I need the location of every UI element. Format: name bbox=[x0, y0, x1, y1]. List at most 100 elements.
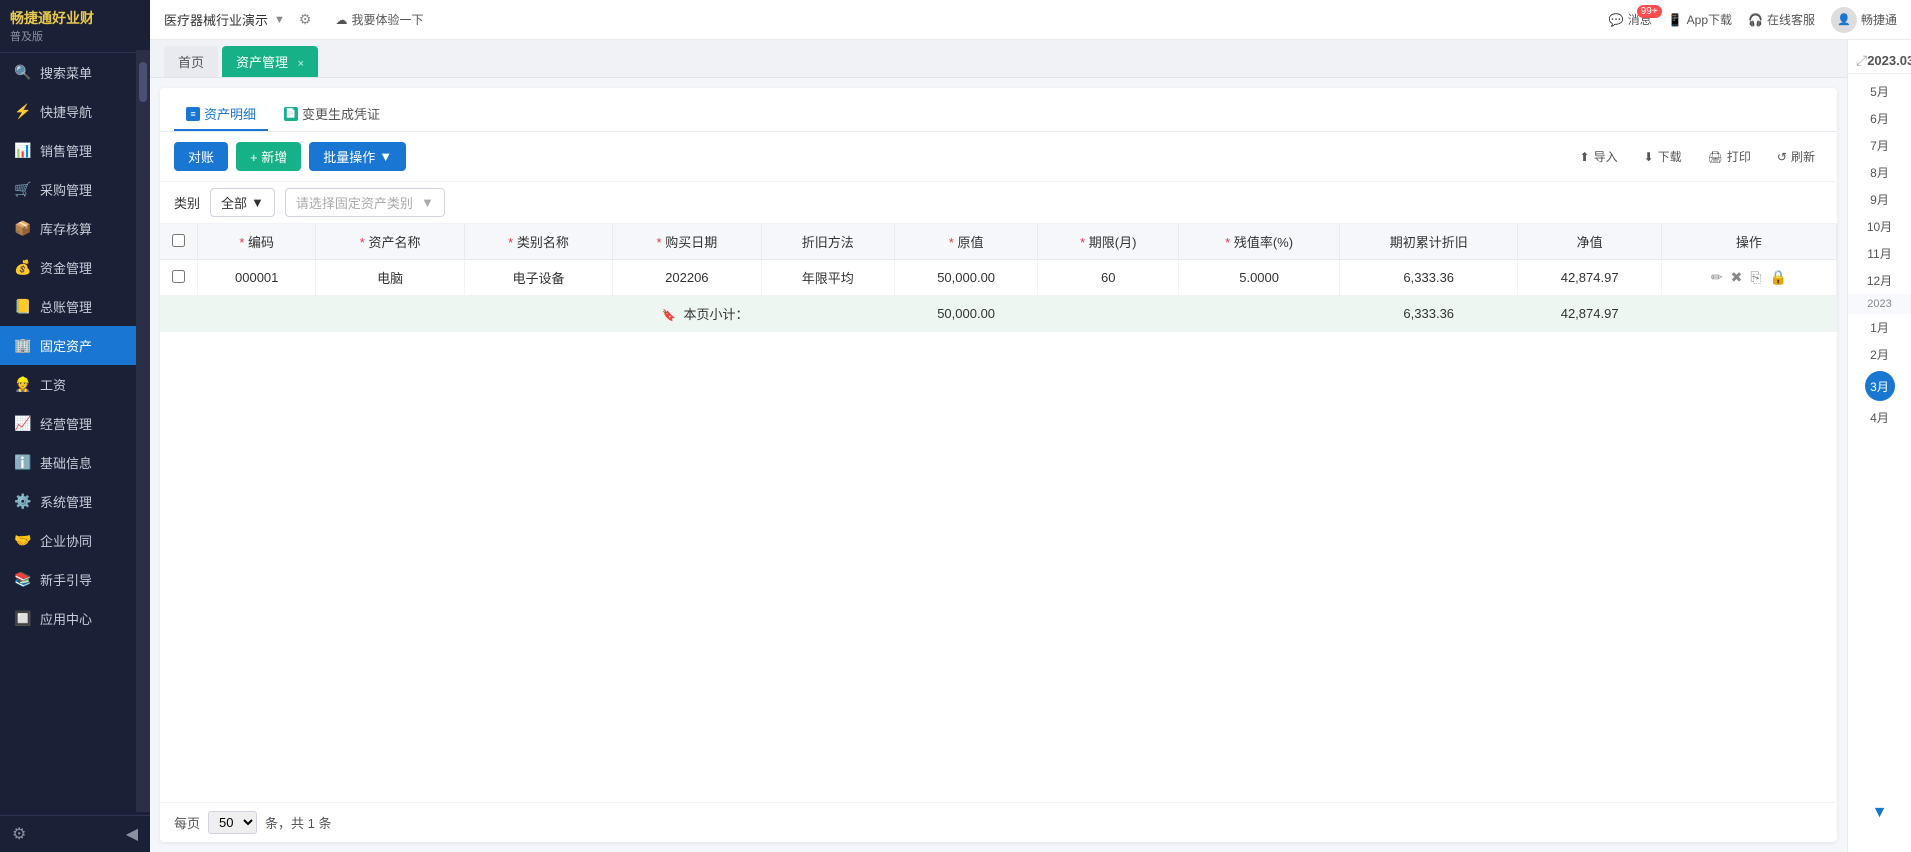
sub-tabs: ≡ 资产明细 📄 变更生成凭证 bbox=[160, 88, 1837, 132]
select-all-checkbox[interactable] bbox=[172, 234, 185, 247]
month-10[interactable]: 10月 bbox=[1848, 213, 1911, 240]
col-actions: 操作 bbox=[1661, 224, 1836, 260]
download-label: 下载 bbox=[1658, 148, 1682, 165]
sidebar-item-fixed-assets[interactable]: 🏢 固定资产 bbox=[0, 326, 150, 365]
col-period: 期限(月) bbox=[1038, 224, 1179, 260]
month-9[interactable]: 9月 bbox=[1848, 186, 1911, 213]
company-name: 医疗器械行业演示 bbox=[164, 10, 268, 29]
sidebar-item-capital[interactable]: 💰 资金管理 bbox=[0, 248, 150, 287]
print-button[interactable]: 🖨 打印 bbox=[1700, 144, 1759, 169]
sidebar: 畅捷通好业财 普及版 🔍 搜索菜单 ⚡ 快捷导航 📊 销售管理 🛒 采购管理 📦… bbox=[0, 0, 150, 852]
logo-main-text: 畅捷通好业财 bbox=[10, 8, 94, 28]
sidebar-item-label: 经营管理 bbox=[40, 414, 92, 433]
sidebar-item-enterprise[interactable]: 🤝 企业协同 bbox=[0, 521, 150, 560]
category-dropdown-icon: ▼ bbox=[421, 195, 434, 210]
tab-home[interactable]: 首页 bbox=[164, 46, 218, 77]
new-button[interactable]: + 新增 bbox=[236, 142, 301, 171]
avatar: 👤 bbox=[1831, 7, 1857, 33]
reconcile-button[interactable]: 对账 bbox=[174, 142, 228, 171]
sidebar-item-system[interactable]: ⚙️ 系统管理 bbox=[0, 482, 150, 521]
sidebar-item-basic-info[interactable]: ℹ️ 基础信息 bbox=[0, 443, 150, 482]
sidebar-item-sales[interactable]: 📊 销售管理 bbox=[0, 131, 150, 170]
action-icons: ✏ ✖ ⎘ 🔒 bbox=[1674, 269, 1824, 286]
collapse-icon[interactable]: ◀ bbox=[126, 824, 138, 844]
toolbar: 对账 + 新增 批量操作 ▼ ⬆ 导入 bbox=[160, 132, 1837, 182]
app-download-btn[interactable]: 📱 App下载 bbox=[1668, 11, 1732, 28]
total-label: 条，共 1 条 bbox=[265, 813, 331, 832]
lock-icon[interactable]: 🔒 bbox=[1770, 269, 1787, 286]
month-8[interactable]: 8月 bbox=[1848, 159, 1911, 186]
sidebar-item-operations[interactable]: 📈 经营管理 bbox=[0, 404, 150, 443]
all-filter-select[interactable]: 全部 ▼ bbox=[210, 188, 275, 217]
capital-icon: 💰 bbox=[14, 259, 32, 276]
sidebar-item-guide[interactable]: 📚 新手引导 bbox=[0, 560, 150, 599]
select-all-checkbox-cell[interactable] bbox=[160, 224, 198, 260]
month-11[interactable]: 11月 bbox=[1848, 240, 1911, 267]
settings-icon[interactable]: ⚙ bbox=[12, 824, 26, 844]
col-purchase-date: 购买日期 bbox=[613, 224, 761, 260]
feedback-btn[interactable]: ☁ 我要体验一下 bbox=[335, 11, 423, 28]
cell-name: 电脑 bbox=[316, 260, 464, 296]
sub-tab-asset-detail[interactable]: ≡ 资产明细 bbox=[174, 98, 268, 131]
tab-close-icon[interactable]: × bbox=[298, 58, 304, 70]
row-checkbox-cell[interactable] bbox=[160, 260, 198, 296]
sidebar-item-label: 应用中心 bbox=[40, 609, 92, 628]
sidebar-item-purchase[interactable]: 🛒 采购管理 bbox=[0, 170, 150, 209]
edit-icon[interactable]: ✏ bbox=[1711, 269, 1723, 286]
month-12[interactable]: 12月 bbox=[1848, 267, 1911, 294]
month-4[interactable]: 4月 bbox=[1848, 404, 1911, 431]
batch-ops-button[interactable]: 批量操作 ▼ bbox=[309, 142, 406, 171]
company-settings-icon[interactable]: ⚙ bbox=[299, 11, 312, 28]
download-button[interactable]: ⬇ 下载 bbox=[1636, 144, 1690, 169]
sidebar-item-payroll[interactable]: 👷 工资 bbox=[0, 365, 150, 404]
reconcile-label: 对账 bbox=[188, 147, 214, 166]
print-icon: 🖨 bbox=[1708, 150, 1723, 164]
sidebar-item-label: 新手引导 bbox=[40, 570, 92, 589]
sidebar-item-label: 系统管理 bbox=[40, 492, 92, 511]
row-checkbox[interactable] bbox=[172, 270, 185, 283]
sidebar-item-label: 资金管理 bbox=[40, 258, 92, 277]
month-3-current[interactable]: 3月 bbox=[1865, 371, 1895, 401]
month-list: 5月 6月 7月 8月 9月 10月 11月 12月 2023 1月 2月 3月… bbox=[1848, 74, 1911, 435]
category-placeholder-text: 请选择固定资产类别 bbox=[296, 193, 413, 212]
page-size-select[interactable]: 50 bbox=[208, 811, 257, 834]
month-1[interactable]: 1月 bbox=[1848, 314, 1911, 341]
category-filter-select[interactable]: 请选择固定资产类别 ▼ bbox=[285, 188, 445, 217]
sidebar-item-search[interactable]: 🔍 搜索菜单 bbox=[0, 53, 150, 92]
month-5[interactable]: 5月 bbox=[1848, 78, 1911, 105]
payroll-icon: 👷 bbox=[14, 376, 32, 393]
subtotal-label: 本页小计： bbox=[684, 307, 749, 322]
delete-icon[interactable]: ✖ bbox=[1731, 269, 1743, 286]
col-initial-accumulated: 期初累计折旧 bbox=[1340, 224, 1518, 260]
right-panel-expand-icon[interactable]: ⤢ bbox=[1856, 52, 1867, 69]
right-panel-year: 2023.03 bbox=[1867, 53, 1911, 68]
subtotal-residual bbox=[1179, 296, 1340, 332]
month-2[interactable]: 2月 bbox=[1848, 341, 1911, 368]
sidebar-item-quick-nav[interactable]: ⚡ 快捷导航 bbox=[0, 92, 150, 131]
company-dropdown-arrow: ▼ bbox=[274, 14, 285, 26]
subtotal-depreciation bbox=[761, 296, 894, 332]
month-6[interactable]: 6月 bbox=[1848, 105, 1911, 132]
company-selector[interactable]: 医疗器械行业演示 ▼ bbox=[164, 10, 285, 29]
online-service-btn[interactable]: 🎧 在线客服 bbox=[1748, 11, 1815, 28]
sub-tab-change-voucher[interactable]: 📄 变更生成凭证 bbox=[272, 98, 392, 131]
sidebar-item-inventory[interactable]: 📦 库存核算 bbox=[0, 209, 150, 248]
user-menu[interactable]: 👤 畅捷通 bbox=[1831, 7, 1897, 33]
sidebar-scrollbar-thumb bbox=[139, 62, 147, 102]
sidebar-item-label: 企业协同 bbox=[40, 531, 92, 550]
sidebar-item-ledger[interactable]: 📒 总账管理 bbox=[0, 287, 150, 326]
copy-icon[interactable]: ⎘ bbox=[1750, 269, 1761, 286]
month-7[interactable]: 7月 bbox=[1848, 132, 1911, 159]
import-button[interactable]: ⬆ 导入 bbox=[1572, 144, 1626, 169]
cell-code: 000001 bbox=[198, 260, 316, 296]
current-month-container: 3月 bbox=[1848, 368, 1911, 404]
messages-btn[interactable]: 💬 消息 99+ bbox=[1609, 11, 1652, 28]
topbar: 医疗器械行业演示 ▼ ⚙ ☁ 我要体验一下 💬 消息 99+ 📱 App下载 🎧… bbox=[150, 0, 1911, 40]
refresh-button[interactable]: ↺ 刷新 bbox=[1769, 144, 1823, 169]
scroll-down-icon[interactable]: ▼ bbox=[1872, 804, 1888, 822]
main-area: 医疗器械行业演示 ▼ ⚙ ☁ 我要体验一下 💬 消息 99+ 📱 App下载 🎧… bbox=[150, 0, 1911, 852]
tabs-bar: 首页 资产管理 × bbox=[150, 40, 1847, 78]
col-original-value: 原值 bbox=[894, 224, 1037, 260]
sidebar-item-app-center[interactable]: 🔲 应用中心 bbox=[0, 599, 150, 638]
tab-asset-manage[interactable]: 资产管理 × bbox=[222, 46, 318, 77]
